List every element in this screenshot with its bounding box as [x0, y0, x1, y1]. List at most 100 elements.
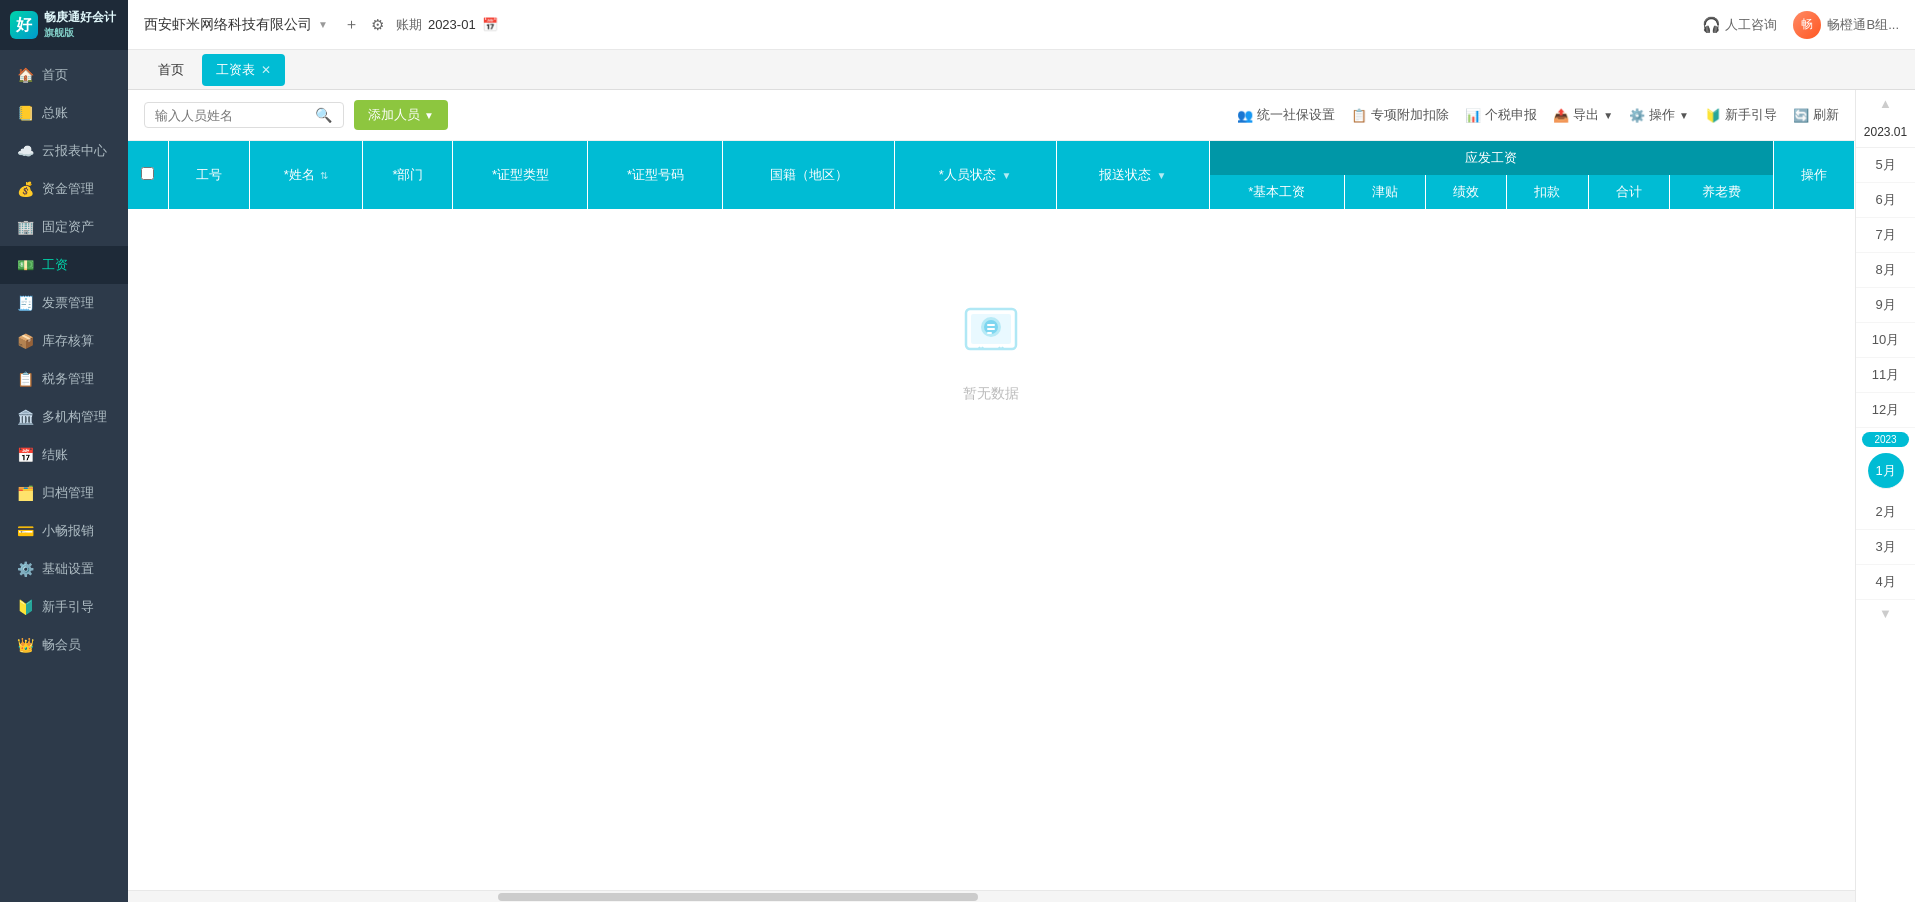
tab-home[interactable]: 首页	[144, 54, 198, 86]
sidebar-item-salary[interactable]: 💵 工资	[0, 246, 128, 284]
th-checkbox[interactable]	[128, 141, 168, 209]
period-label: 账期	[396, 16, 422, 34]
sidebar-item-label-settings: 基础设置	[42, 560, 94, 578]
ai-service-btn[interactable]: 🎧 人工咨询	[1702, 16, 1777, 34]
month-8[interactable]: 8月	[1856, 253, 1915, 288]
user-account[interactable]: 畅 畅橙通B组...	[1793, 11, 1899, 39]
social-icon: 👥	[1237, 108, 1253, 123]
sidebar-item-label-close: 结账	[42, 446, 68, 464]
month-4[interactable]: 4月	[1856, 565, 1915, 600]
th-subsidy: 津贴	[1344, 175, 1425, 209]
th-performance-label: 绩效	[1453, 184, 1479, 199]
sidebar-item-home[interactable]: 🏠 首页	[0, 56, 128, 94]
month-1-active[interactable]: 1月	[1868, 453, 1904, 489]
export-label: 导出	[1573, 106, 1599, 124]
month-10[interactable]: 10月	[1856, 323, 1915, 358]
sidebar-item-guide[interactable]: 🔰 新手引导	[0, 588, 128, 626]
month-7[interactable]: 7月	[1856, 218, 1915, 253]
personal-tax-btn[interactable]: 📊 个税申报	[1465, 106, 1537, 124]
period-value[interactable]: 2023-01	[428, 17, 476, 32]
export-dropdown-icon: ▼	[1603, 110, 1613, 121]
sidebar-item-multi-org[interactable]: 🏛️ 多机构管理	[0, 398, 128, 436]
tax-icon: 📊	[1465, 108, 1481, 123]
month-11[interactable]: 11月	[1856, 358, 1915, 393]
guide-btn[interactable]: 🔰 新手引导	[1705, 106, 1777, 124]
add-person-dropdown-icon: ▼	[424, 110, 434, 121]
gear-icon: ⚙	[371, 16, 384, 34]
sidebar-item-close[interactable]: 📅 结账	[0, 436, 128, 474]
member-icon: 👑	[16, 636, 34, 654]
th-name[interactable]: *姓名 ⇅	[249, 141, 363, 209]
guide-icon: 🔰	[1705, 108, 1721, 123]
add-person-button[interactable]: 添加人员 ▼	[354, 100, 448, 130]
month-1-container[interactable]: 1月	[1856, 447, 1915, 495]
calendar-icon[interactable]: 📅	[482, 17, 498, 32]
sidebar-item-label-member: 畅会员	[42, 636, 81, 654]
operations-btn[interactable]: ⚙️ 操作 ▼	[1629, 106, 1689, 124]
app-header: 西安虾米网络科技有限公司 ▼ ＋ ⚙ 账期 2023-01 📅 🎧 人工咨询 畅…	[128, 0, 1915, 50]
month-3[interactable]: 3月	[1856, 530, 1915, 565]
sidebar-item-archive[interactable]: 🗂️ 归档管理	[0, 474, 128, 512]
name-sort-icon: ⇅	[320, 170, 328, 181]
expense-icon: 💳	[16, 522, 34, 540]
deduct-icon: 📋	[1351, 108, 1367, 123]
company-selector[interactable]: 西安虾米网络科技有限公司 ▼	[144, 16, 328, 34]
th-employee-id-label: 工号	[196, 167, 222, 182]
company-name: 西安虾米网络科技有限公司	[144, 16, 312, 34]
right-panel: ▲ 2023.01 5月 6月 7月 8月 9月 10月 11月 12月 202…	[1855, 90, 1915, 902]
sidebar-item-member[interactable]: 👑 畅会员	[0, 626, 128, 664]
month-9[interactable]: 9月	[1856, 288, 1915, 323]
settings-icon: ⚙️	[16, 560, 34, 578]
header-right: 🎧 人工咨询 畅 畅橙通B组...	[1702, 11, 1899, 39]
social-security-btn[interactable]: 👥 统一社保设置	[1237, 106, 1335, 124]
sidebar-item-ledger[interactable]: 📒 总账	[0, 94, 128, 132]
th-operations: 操作	[1773, 141, 1854, 209]
th-personnel-status-label: *人员状态	[939, 167, 996, 182]
th-nationality: 国籍（地区）	[723, 141, 894, 209]
sidebar-item-inventory[interactable]: 📦 库存核算	[0, 322, 128, 360]
th-personnel-status[interactable]: *人员状态 ▼	[894, 141, 1056, 209]
operations-label: 操作	[1649, 106, 1675, 124]
right-panel-header: 2023.01	[1856, 117, 1915, 148]
month-2[interactable]: 2月	[1856, 495, 1915, 530]
special-deduct-label: 专项附加扣除	[1371, 106, 1449, 124]
user-avatar: 畅	[1793, 11, 1821, 39]
sidebar-item-label-salary: 工资	[42, 256, 68, 274]
sidebar-item-settings[interactable]: ⚙️ 基础设置	[0, 550, 128, 588]
month-6[interactable]: 6月	[1856, 183, 1915, 218]
export-btn[interactable]: 📤 导出 ▼	[1553, 106, 1613, 124]
ledger-icon: 📒	[16, 104, 34, 122]
sidebar-item-funds[interactable]: 💰 资金管理	[0, 170, 128, 208]
select-all-checkbox[interactable]	[141, 167, 154, 180]
th-report-status-label: 报送状态	[1099, 167, 1151, 182]
horizontal-scrollbar[interactable]	[128, 890, 1855, 902]
sidebar-item-expense[interactable]: 💳 小畅报销	[0, 512, 128, 550]
month-5[interactable]: 5月	[1856, 148, 1915, 183]
search-input[interactable]	[155, 108, 315, 123]
scroll-down-btn[interactable]: ▼	[1856, 600, 1915, 627]
special-deduct-btn[interactable]: 📋 专项附加扣除	[1351, 106, 1449, 124]
tab-close-icon[interactable]: ✕	[261, 63, 271, 77]
ai-service-label: 人工咨询	[1725, 16, 1777, 34]
sidebar-item-assets[interactable]: 🏢 固定资产	[0, 208, 128, 246]
scrollbar-thumb[interactable]	[498, 893, 978, 901]
logo-icon: 好	[10, 11, 38, 39]
sidebar-item-tax[interactable]: 📋 税务管理	[0, 360, 128, 398]
th-report-status[interactable]: 报送状态 ▼	[1056, 141, 1209, 209]
refresh-btn[interactable]: 🔄 刷新	[1793, 106, 1839, 124]
sidebar-item-cloud-report[interactable]: ☁️ 云报表中心	[0, 132, 128, 170]
svg-rect-5	[987, 328, 995, 330]
th-id-type-label: *证型类型	[492, 167, 549, 182]
home-icon: 🏠	[16, 66, 34, 84]
scroll-up-btn[interactable]: ▲	[1856, 90, 1915, 117]
tab-salary[interactable]: 工资表 ✕	[202, 54, 285, 86]
month-12[interactable]: 12月	[1856, 393, 1915, 428]
search-box[interactable]: 🔍	[144, 102, 344, 128]
sidebar-item-invoice[interactable]: 🧾 发票管理	[0, 284, 128, 322]
refresh-label: 刷新	[1813, 106, 1839, 124]
funds-icon: 💰	[16, 180, 34, 198]
archive-icon: 🗂️	[16, 484, 34, 502]
settings-btn[interactable]: ⚙	[371, 16, 388, 34]
salary-table: 工号 *姓名 ⇅ *部门 *证型类型	[128, 141, 1855, 483]
add-company-btn[interactable]: ＋	[344, 15, 363, 34]
